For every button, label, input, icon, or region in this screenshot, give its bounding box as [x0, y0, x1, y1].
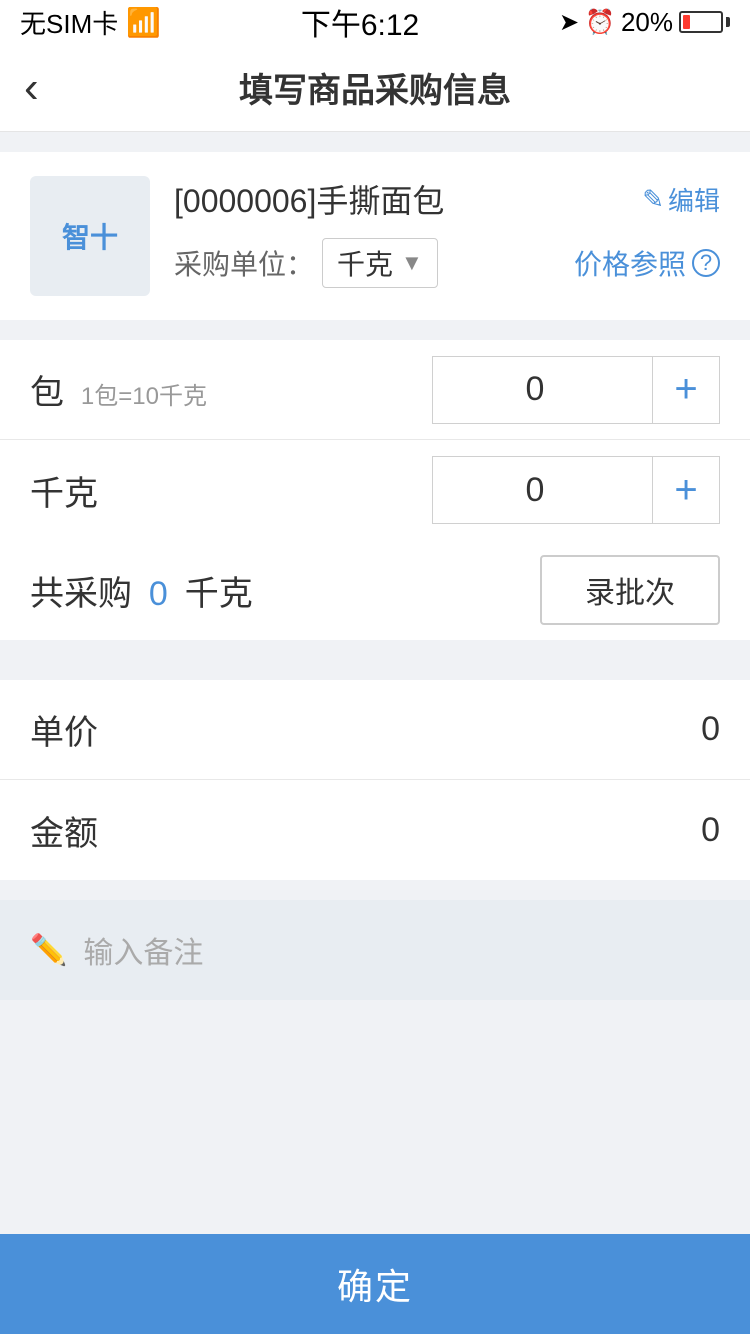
- kg-quantity-input[interactable]: [432, 456, 652, 524]
- status-bar: 无SIM卡 📶 下午6:12 ➤ ⏰ 20%: [0, 0, 750, 44]
- pack-input-row: 包 1包=10千克 +: [0, 340, 750, 440]
- summary-prefix: 共采购: [30, 575, 132, 613]
- kg-input-right: +: [432, 456, 720, 524]
- unit-label: 采购单位：: [174, 243, 314, 283]
- pencil-icon: ✏️: [30, 933, 67, 968]
- pack-sublabel: 1包=10千克: [81, 383, 207, 410]
- status-left: 无SIM卡 📶: [20, 4, 161, 41]
- unit-row: 采购单位： 千克 ▼ 价格参照 ?: [174, 238, 720, 288]
- section-divider-1: [0, 320, 750, 340]
- price-ref-button[interactable]: 价格参照 ?: [574, 243, 720, 283]
- note-placeholder: 输入备注: [83, 928, 203, 972]
- record-batch-button[interactable]: 录批次: [540, 555, 720, 625]
- product-card: 智十 [0000006]手撕面包 ✎ 编辑 采购单位： 千克 ▼ 价格参照 ?: [0, 152, 750, 320]
- battery-icon: [679, 11, 730, 33]
- chevron-down-icon: ▼: [401, 250, 423, 276]
- battery-percent: 20%: [621, 7, 673, 38]
- summary-value: 0: [149, 575, 168, 613]
- input-section: 包 1包=10千克 + 千克 +: [0, 340, 750, 540]
- help-icon: ?: [692, 249, 720, 277]
- amount-label: 金额: [30, 806, 98, 855]
- pack-input-right: +: [432, 356, 720, 424]
- price-row: 单价 0: [0, 680, 750, 780]
- amount-row: 金额 0: [0, 780, 750, 880]
- unit-selector[interactable]: 千克 ▼: [322, 238, 438, 288]
- kg-plus-button[interactable]: +: [652, 456, 720, 524]
- nav-bar: ‹ 填写商品采购信息: [0, 44, 750, 132]
- edit-icon: ✎: [642, 184, 664, 215]
- pack-label: 包: [30, 374, 64, 412]
- note-section[interactable]: ✏️ 输入备注: [0, 900, 750, 1000]
- product-full-name: [0000006]手撕面包: [174, 176, 444, 222]
- kg-input-row: 千克 +: [0, 440, 750, 540]
- status-time: 下午6:12: [301, 0, 419, 44]
- amount-value: 0: [701, 811, 720, 850]
- price-ref-label: 价格参照: [574, 243, 686, 283]
- location-icon: ➤: [559, 8, 579, 37]
- product-info: [0000006]手撕面包 ✎ 编辑 采购单位： 千克 ▼ 价格参照 ?: [174, 176, 720, 288]
- summary-text-group: 共采购 0 千克: [30, 566, 253, 615]
- wifi-icon: 📶: [126, 6, 161, 39]
- sim-text: 无SIM卡: [20, 4, 118, 41]
- unit-value: 千克: [337, 243, 393, 283]
- product-logo-text: 智十: [62, 216, 118, 256]
- summary-row: 共采购 0 千克 录批次: [0, 540, 750, 640]
- kg-label: 千克: [30, 466, 98, 515]
- edit-label: 编辑: [668, 181, 720, 218]
- price-info-section: 单价 0 金额 0: [0, 680, 750, 880]
- section-divider-2: [0, 640, 750, 660]
- edit-button[interactable]: ✎ 编辑: [642, 181, 720, 218]
- pack-label-group: 包 1包=10千克: [30, 365, 207, 414]
- pack-plus-button[interactable]: +: [652, 356, 720, 424]
- status-right: ➤ ⏰ 20%: [559, 7, 730, 38]
- back-button[interactable]: ‹: [24, 66, 39, 110]
- unit-selector-group: 采购单位： 千克 ▼: [174, 238, 438, 288]
- product-name-row: [0000006]手撕面包 ✎ 编辑: [174, 176, 720, 222]
- summary-unit: 千克: [185, 575, 253, 613]
- alarm-icon: ⏰: [585, 8, 615, 37]
- page-title: 填写商品采购信息: [239, 63, 511, 112]
- price-label: 单价: [30, 705, 98, 754]
- pack-quantity-input[interactable]: [432, 356, 652, 424]
- price-value: 0: [701, 710, 720, 749]
- product-image: 智十: [30, 176, 150, 296]
- confirm-button[interactable]: 确定: [0, 1234, 750, 1334]
